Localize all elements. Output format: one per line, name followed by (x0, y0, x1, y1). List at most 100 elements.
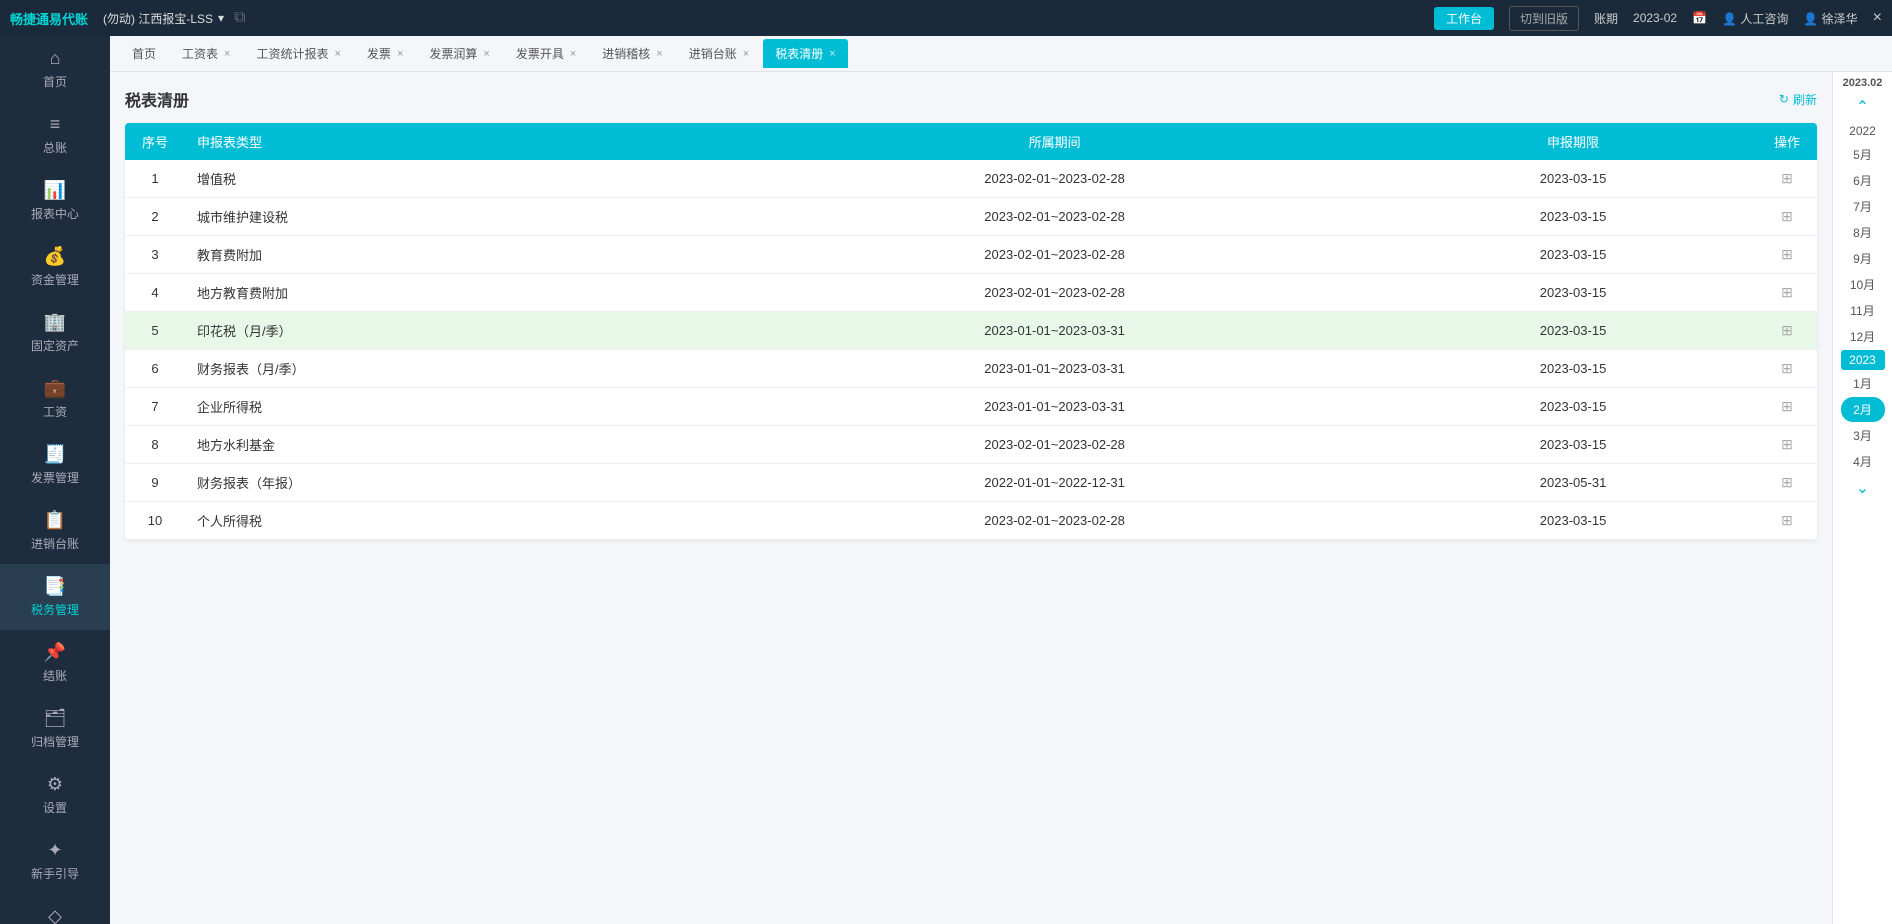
cell-deadline: 2023-03-15 (1389, 160, 1757, 198)
sidebar-item-assets[interactable]: 🏢 固定资产 (0, 300, 110, 366)
month-item[interactable]: 11月 (1841, 298, 1885, 323)
tax-table: 序号 申报表类型 所属期间 申报期限 操作 1 增值税 2023-02-01~2… (125, 123, 1817, 540)
view-icon[interactable]: ⊞ (1781, 246, 1793, 262)
sidebar-item-guide[interactable]: ✦ 新手引导 (0, 828, 110, 894)
cell-no: 5 (125, 312, 185, 350)
table-row: 7 企业所得税 2023-01-01~2023-03-31 2023-03-15… (125, 388, 1817, 426)
view-icon[interactable]: ⊞ (1781, 208, 1793, 224)
tab-close-invoice[interactable]: × (397, 48, 403, 60)
tab-close-purchase-check[interactable]: × (656, 48, 662, 60)
scroll-down-button[interactable]: ⌄ (1853, 475, 1872, 501)
view-icon[interactable]: ⊞ (1781, 360, 1793, 376)
cell-period: 2023-01-01~2023-03-31 (720, 350, 1389, 388)
view-icon[interactable]: ⊞ (1781, 474, 1793, 490)
sidebar-item-ledger[interactable]: ≡ 总账 (0, 102, 110, 168)
year-label[interactable]: 2023 (1841, 350, 1885, 370)
user-name[interactable]: 👤 徐泽华 (1803, 10, 1857, 27)
cell-no: 7 (125, 388, 185, 426)
scroll-up-button[interactable]: ⌃ (1853, 94, 1872, 120)
tab-invoice-open[interactable]: 发票开具 × (504, 39, 588, 68)
sidebar-label-settings: 设置 (43, 799, 67, 816)
sidebar-item-wages[interactable]: 💼 工资 (0, 366, 110, 432)
capital-icon: 💰 (44, 246, 66, 267)
month-item[interactable]: 12月 (1841, 324, 1885, 349)
cell-deadline: 2023-03-15 (1389, 312, 1757, 350)
cell-deadline: 2023-03-15 (1389, 274, 1757, 312)
switch-button[interactable]: 切到旧版 (1509, 6, 1579, 31)
cell-action[interactable]: ⊞ (1757, 160, 1817, 198)
tab-purchase-ledger[interactable]: 进销台账 × (677, 39, 761, 68)
view-icon[interactable]: ⊞ (1781, 170, 1793, 186)
wages-icon: 💼 (44, 378, 66, 399)
month-item[interactable]: 4月 (1841, 449, 1885, 474)
tab-wage-stats[interactable]: 工资统计报表 × (244, 39, 352, 68)
year-label[interactable]: 2022 (1841, 121, 1885, 141)
period-label: 账期 (1594, 10, 1618, 27)
view-icon[interactable]: ⊞ (1781, 512, 1793, 528)
month-item[interactable]: 2月 (1841, 397, 1885, 422)
view-icon[interactable]: ⊞ (1781, 398, 1793, 414)
user-service[interactable]: 👤 人工咨询 (1722, 10, 1788, 27)
tab-close-tax-register[interactable]: × (829, 48, 835, 60)
tab-close-wages[interactable]: × (224, 48, 230, 60)
cell-action[interactable]: ⊞ (1757, 426, 1817, 464)
calendar-icon[interactable]: 📅 (1692, 11, 1707, 25)
workspace-button[interactable]: 工作台 (1434, 7, 1494, 30)
sidebar-item-archive[interactable]: 🗂 归档管理 (0, 696, 110, 762)
main-layout: ⌂ 首页 ≡ 总账 📊 报表中心 💰 资金管理 🏢 固定资产 💼 工资 🧾 发票… (0, 36, 1892, 924)
sidebar-item-home[interactable]: ⌂ 首页 (0, 36, 110, 102)
month-item[interactable]: 8月 (1841, 220, 1885, 245)
sidebar-label-guide: 新手引导 (31, 865, 79, 882)
tab-close-invoice-check[interactable]: × (483, 48, 489, 60)
sidebar-label-home: 首页 (43, 73, 67, 90)
cell-action[interactable]: ⊞ (1757, 274, 1817, 312)
tab-purchase-check[interactable]: 进销稽核 × (590, 39, 674, 68)
month-item[interactable]: 1月 (1841, 371, 1885, 396)
tab-close-purchase-ledger[interactable]: × (743, 48, 749, 60)
month-item[interactable]: 3月 (1841, 423, 1885, 448)
reports-icon: 📊 (44, 180, 66, 201)
col-header-type: 申报表类型 (185, 123, 720, 160)
cell-action[interactable]: ⊞ (1757, 388, 1817, 426)
sidebar-item-reports[interactable]: 📊 报表中心 (0, 168, 110, 234)
refresh-button[interactable]: ↻ 刷新 (1779, 91, 1817, 108)
view-icon[interactable]: ⊞ (1781, 284, 1793, 300)
cell-action[interactable]: ⊞ (1757, 350, 1817, 388)
tab-invoice[interactable]: 发票 × (355, 39, 415, 68)
window-close-button[interactable]: × (1873, 9, 1882, 27)
sidebar-item-settle[interactable]: 📌 结账 (0, 630, 110, 696)
sidebar-item-invoice[interactable]: 🧾 发票管理 (0, 432, 110, 498)
tab-close-invoice-open[interactable]: × (570, 48, 576, 60)
month-item[interactable]: 9月 (1841, 246, 1885, 271)
tab-close-wage-stats[interactable]: × (334, 48, 340, 60)
sidebar-label-assets: 固定资产 (31, 337, 79, 354)
month-item[interactable]: 6月 (1841, 168, 1885, 193)
sidebar-item-purchase[interactable]: 📋 进销台账 (0, 498, 110, 564)
sidebar-item-member[interactable]: ◇ 畅会员 (0, 894, 110, 924)
tab-wages[interactable]: 工资表 × (170, 39, 242, 68)
tab-home[interactable]: 首页 (120, 39, 168, 68)
sidebar-item-settings[interactable]: ⚙ 设置 (0, 762, 110, 828)
month-item[interactable]: 7月 (1841, 194, 1885, 219)
assets-icon: 🏢 (44, 312, 66, 333)
cell-action[interactable]: ⊞ (1757, 502, 1817, 540)
tab-tax-register[interactable]: 税表清册 × (763, 39, 847, 68)
cell-action[interactable]: ⊞ (1757, 312, 1817, 350)
table-row: 8 地方水利基金 2023-02-01~2023-02-28 2023-03-1… (125, 426, 1817, 464)
sidebar-label-reports: 报表中心 (31, 205, 79, 222)
company-selector[interactable]: (勿动) 江西报宝-LSS ▾ (103, 10, 224, 27)
sidebar-item-tax[interactable]: 📑 税务管理 (0, 564, 110, 630)
cell-action[interactable]: ⊞ (1757, 464, 1817, 502)
cell-deadline: 2023-03-15 (1389, 388, 1757, 426)
view-icon[interactable]: ⊞ (1781, 436, 1793, 452)
month-item[interactable]: 5月 (1841, 142, 1885, 167)
cell-action[interactable]: ⊞ (1757, 198, 1817, 236)
sidebar-item-capital[interactable]: 💰 资金管理 (0, 234, 110, 300)
month-item[interactable]: 10月 (1841, 272, 1885, 297)
page-content: 税表清册 ↻ 刷新 序号 申报表类型 所属期间 申报期限 操作 (110, 72, 1832, 924)
cell-no: 1 (125, 160, 185, 198)
cell-action[interactable]: ⊞ (1757, 236, 1817, 274)
view-icon[interactable]: ⊞ (1781, 322, 1793, 338)
table-row: 1 增值税 2023-02-01~2023-02-28 2023-03-15 ⊞ (125, 160, 1817, 198)
tab-invoice-check[interactable]: 发票润算 × (417, 39, 501, 68)
